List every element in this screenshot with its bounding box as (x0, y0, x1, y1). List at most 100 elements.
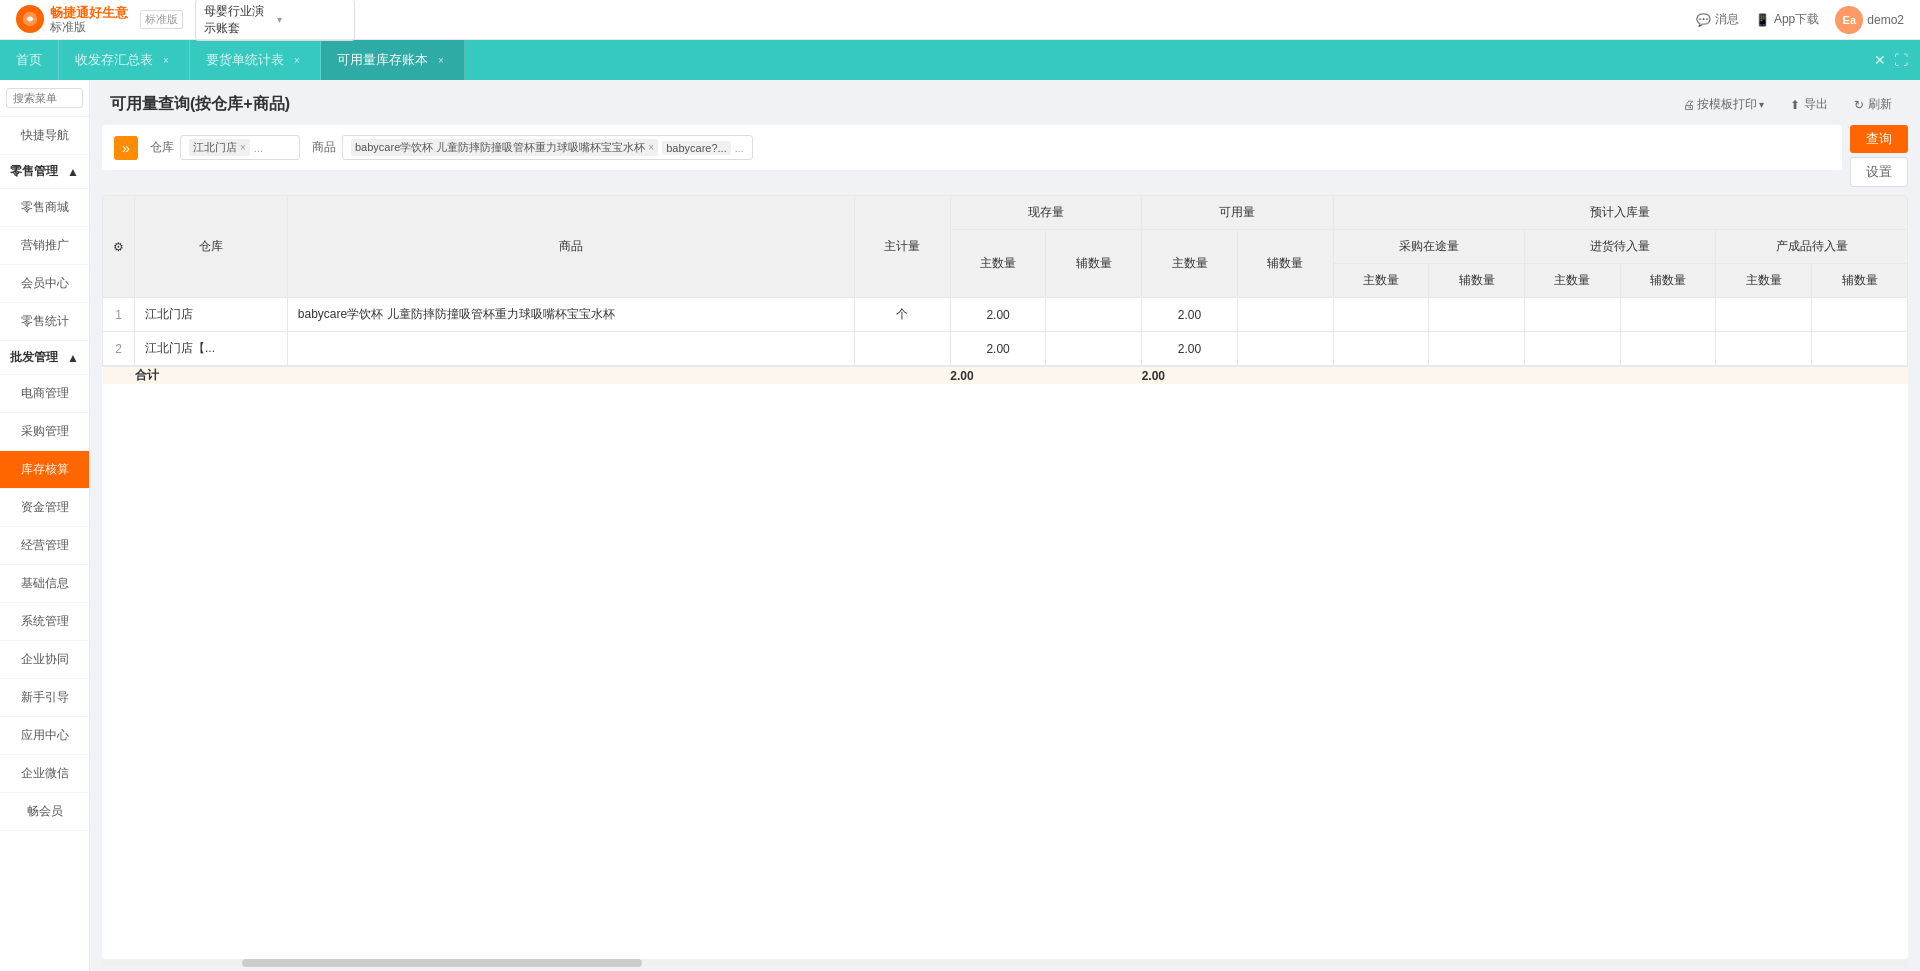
logo-area: 畅捷通好生意 标准版 (16, 5, 128, 35)
horizontal-scrollbar[interactable] (102, 959, 1908, 967)
summary-current-main: 2.00 (950, 366, 1046, 384)
remove-warehouse-icon[interactable]: × (240, 142, 246, 153)
cell-warehouse: 江北门店 (135, 298, 288, 332)
product-input[interactable]: babycare学饮杯 儿童防摔防撞吸管杯重力球吸嘴杯宝宝水杯 × babyca… (342, 135, 753, 160)
export-btn[interactable]: ⬆ 导出 (1782, 92, 1836, 117)
sidebar-item-jichu[interactable]: 基础信息 (0, 565, 89, 603)
cell-pp-main (1525, 298, 1621, 332)
sidebar-item-kucun[interactable]: 库存核算 (0, 451, 89, 489)
sidebar: 快捷导航 零售管理 ▲ 零售商城 营销推广 会员中心 零售统计 批发管理 ▲ 电… (0, 80, 90, 971)
search-input[interactable] (6, 88, 83, 108)
content-area: 可用量查询(按仓库+商品) 🖨 按模板打印 ▾ ⬆ 导出 ↻ 刷新 (90, 80, 1920, 971)
cell-avail-aux (1237, 332, 1333, 367)
pd-aux-header: 辅数量 (1812, 264, 1908, 298)
purchase-pending-header: 进货待入量 (1525, 230, 1716, 264)
gear-col-header[interactable]: ⚙ (103, 196, 135, 298)
sidebar-item-lingshounav[interactable]: 零售管理 ▲ (0, 155, 89, 189)
sidebar-item-xitong[interactable]: 系统管理 (0, 603, 89, 641)
refresh-icon: ↻ (1854, 98, 1864, 112)
tab-keyongliang[interactable]: 可用量库存账本 × (321, 40, 465, 80)
page-title: 可用量查询(按仓库+商品) (110, 94, 290, 115)
sidebar-search-area (0, 80, 89, 117)
row-num: 2 (103, 332, 135, 367)
cell-current-main: 2.00 (950, 332, 1046, 367)
tab-home[interactable]: 首页 (0, 40, 59, 80)
app-download-btn[interactable]: 📱 App下载 (1755, 11, 1819, 28)
print-btn[interactable]: 🖨 按模板打印 ▾ (1675, 92, 1772, 117)
sidebar-item-lingshoucheng[interactable]: 零售商城 (0, 189, 89, 227)
sidebar-item-jingying[interactable]: 经营管理 (0, 527, 89, 565)
close-icon[interactable]: × (159, 53, 173, 67)
page-header: 可用量查询(按仓库+商品) 🖨 按模板打印 ▾ ⬆ 导出 ↻ 刷新 (90, 80, 1920, 125)
current-stock-header: 现存量 (950, 196, 1141, 230)
cell-pt-aux (1429, 298, 1525, 332)
sidebar-item-changhui[interactable]: 畅会员 (0, 793, 89, 831)
row-num: 1 (103, 298, 135, 332)
scrollbar-thumb[interactable] (242, 959, 642, 967)
summary-label: 合计 (135, 366, 288, 384)
summary-row: 合计 2.00 2.00 (103, 366, 1908, 384)
close-icon[interactable]: × (290, 53, 304, 67)
tab-spacer (465, 40, 1862, 80)
chevron-icon: ▲ (67, 351, 79, 365)
warehouse-filter-group: 仓库 江北门店 × ... (150, 135, 300, 160)
cell-pd-main (1716, 332, 1812, 367)
close-icon[interactable]: × (434, 53, 448, 67)
top-bar-left: 畅捷通好生意 标准版 标准版 母婴行业演示账套 ▾ (16, 0, 355, 41)
logo-text: 畅捷通好生意 标准版 (50, 5, 128, 35)
refresh-btn[interactable]: ↻ 刷新 (1846, 92, 1900, 117)
sidebar-item-yingyong[interactable]: 应用中心 (0, 717, 89, 755)
cell-avail-main: 2.00 (1142, 332, 1238, 367)
page-actions: 🖨 按模板打印 ▾ ⬆ 导出 ↻ 刷新 (1675, 92, 1900, 117)
warehouse-input[interactable]: 江北门店 × ... (180, 135, 300, 160)
app-logo-icon (16, 5, 44, 33)
user-profile[interactable]: Ea demo2 (1835, 6, 1904, 34)
sidebar-item-xinshou[interactable]: 新手引导 (0, 679, 89, 717)
export-icon: ⬆ (1790, 98, 1800, 112)
maximize-icon[interactable]: ⛶ (1894, 52, 1908, 68)
more-btn[interactable]: ... (254, 142, 263, 154)
close-window-icon[interactable]: ✕ (1874, 52, 1886, 68)
cell-product (287, 332, 854, 367)
sidebar-item-qiye[interactable]: 企业协同 (0, 641, 89, 679)
avatar: Ea (1835, 6, 1863, 34)
sidebar-item-yingxiao[interactable]: 营销推广 (0, 227, 89, 265)
tab-yaohuo[interactable]: 要货单统计表 × (190, 40, 321, 80)
sidebar-item-kuaijie[interactable]: 快捷导航 (0, 117, 89, 155)
data-table: ⚙ 仓库 商品 主计量 现存量 可用量 预计入库量 主数量 辅数量 主数量 辅数… (102, 195, 1908, 384)
download-icon: 📱 (1755, 13, 1770, 27)
filter-wrapper: » 仓库 江北门店 × ... 商品 (102, 125, 1908, 187)
unit-col-header: 主计量 (854, 196, 950, 298)
cell-unit (854, 332, 950, 367)
cell-pp-aux (1620, 298, 1716, 332)
cell-current-aux (1046, 298, 1142, 332)
current-main-header: 主数量 (950, 230, 1046, 298)
filter-toggle-btn[interactable]: » (114, 136, 138, 160)
message-btn[interactable]: 💬 消息 (1696, 11, 1739, 28)
message-icon: 💬 (1696, 13, 1711, 27)
cell-warehouse: 江北门店【... (135, 332, 288, 367)
cell-pd-aux (1812, 332, 1908, 367)
cell-pd-main (1716, 298, 1812, 332)
table-row: 2 江北门店【... 2.00 2.00 (103, 332, 1908, 367)
cell-current-aux (1046, 332, 1142, 367)
sidebar-item-zijin[interactable]: 资金管理 (0, 489, 89, 527)
sidebar-item-weixin[interactable]: 企业微信 (0, 755, 89, 793)
tab-shoufacun[interactable]: 收发存汇总表 × (59, 40, 190, 80)
sidebar-item-pifanav[interactable]: 批发管理 ▲ (0, 341, 89, 375)
product-col-header: 商品 (287, 196, 854, 298)
cell-pt-main (1333, 298, 1429, 332)
remove-product1-icon[interactable]: × (648, 142, 654, 153)
more-btn[interactable]: ... (735, 142, 744, 154)
summary-avail-main: 2.00 (1142, 366, 1238, 384)
warehouse-tag: 江北门店 × (189, 139, 250, 156)
store-selector[interactable]: 母婴行业演示账套 ▾ (195, 0, 355, 41)
query-btn[interactable]: 查询 (1850, 125, 1908, 153)
cell-pt-main (1333, 332, 1429, 367)
sidebar-item-caigou[interactable]: 采购管理 (0, 413, 89, 451)
sidebar-item-huiyuan[interactable]: 会员中心 (0, 265, 89, 303)
sidebar-item-dianshang[interactable]: 电商管理 (0, 375, 89, 413)
pt-main-header: 主数量 (1333, 264, 1429, 298)
sidebar-item-lingshoitongji[interactable]: 零售统计 (0, 303, 89, 341)
settings-btn[interactable]: 设置 (1850, 157, 1908, 187)
